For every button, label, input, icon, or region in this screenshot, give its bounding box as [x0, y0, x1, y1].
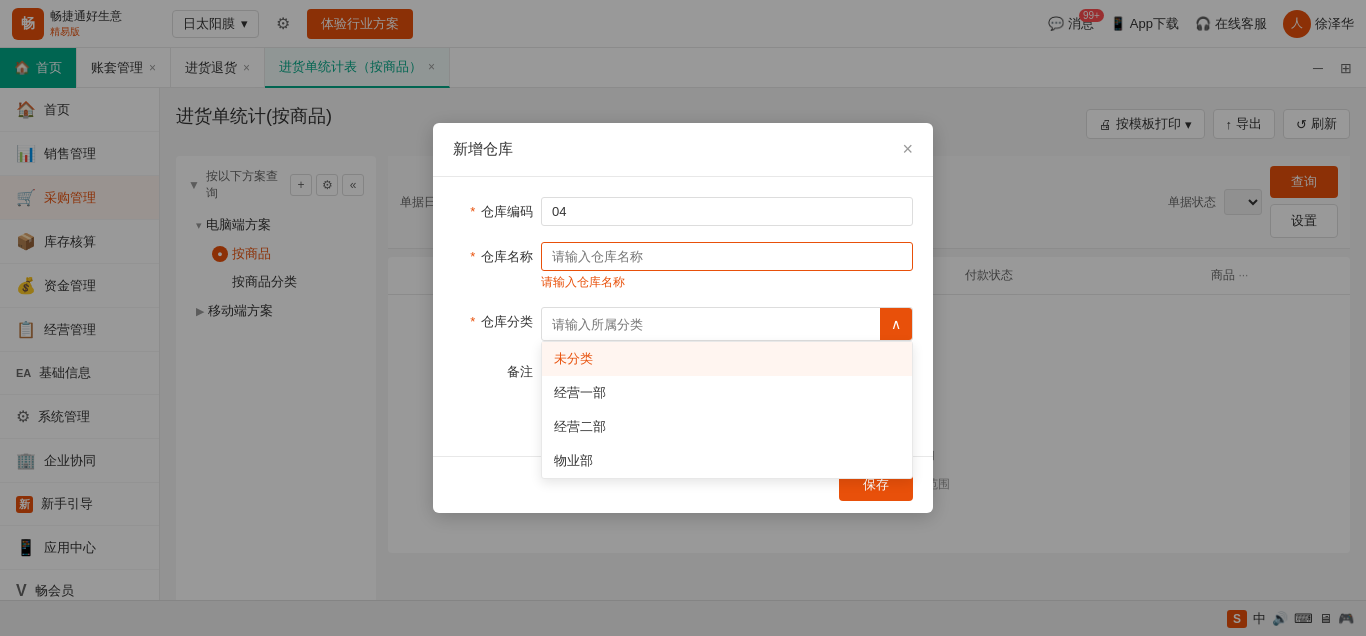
category-input[interactable] [542, 311, 880, 338]
modal-overlay: 新增仓库 × * 仓库编码 * 仓库名称 [0, 0, 1366, 636]
modal-title: 新增仓库 [453, 140, 513, 159]
warehouse-name-input[interactable] [541, 242, 913, 271]
dropdown-option-uncategorized[interactable]: 未分类 [542, 342, 912, 376]
category-control: ∧ 未分类 经营一部 经营二部 物业部 [541, 307, 913, 341]
dropdown-toggle-button[interactable]: ∧ [880, 308, 912, 340]
form-row-name: * 仓库名称 请输入仓库名称 [453, 242, 913, 291]
form-row-category: * 仓库分类 ∧ 未分类 经营一部 经营二部 物业部 [453, 307, 913, 341]
name-control: 请输入仓库名称 [541, 242, 913, 291]
dropdown-option-ops1[interactable]: 经营一部 [542, 376, 912, 410]
dropdown-option-property[interactable]: 物业部 [542, 444, 912, 478]
dropdown-option-ops2[interactable]: 经营二部 [542, 410, 912, 444]
code-label: * 仓库编码 [453, 197, 533, 221]
add-warehouse-modal: 新增仓库 × * 仓库编码 * 仓库名称 [433, 123, 933, 513]
name-error-msg: 请输入仓库名称 [541, 274, 913, 291]
modal-close-button[interactable]: × [902, 139, 913, 160]
name-label: * 仓库名称 [453, 242, 533, 266]
dropdown-input-row: ∧ [541, 307, 913, 341]
category-label: * 仓库分类 [453, 307, 533, 331]
warehouse-code-input[interactable] [541, 197, 913, 226]
code-control [541, 197, 913, 226]
category-dropdown-list: 未分类 经营一部 经营二部 物业部 [541, 341, 913, 479]
note-label: 备注 [453, 357, 533, 381]
modal-body: * 仓库编码 * 仓库名称 请输入仓库名称 [433, 177, 933, 456]
form-row-code: * 仓库编码 [453, 197, 913, 226]
category-dropdown: ∧ 未分类 经营一部 经营二部 物业部 [541, 307, 913, 341]
modal-header: 新增仓库 × [433, 123, 933, 177]
